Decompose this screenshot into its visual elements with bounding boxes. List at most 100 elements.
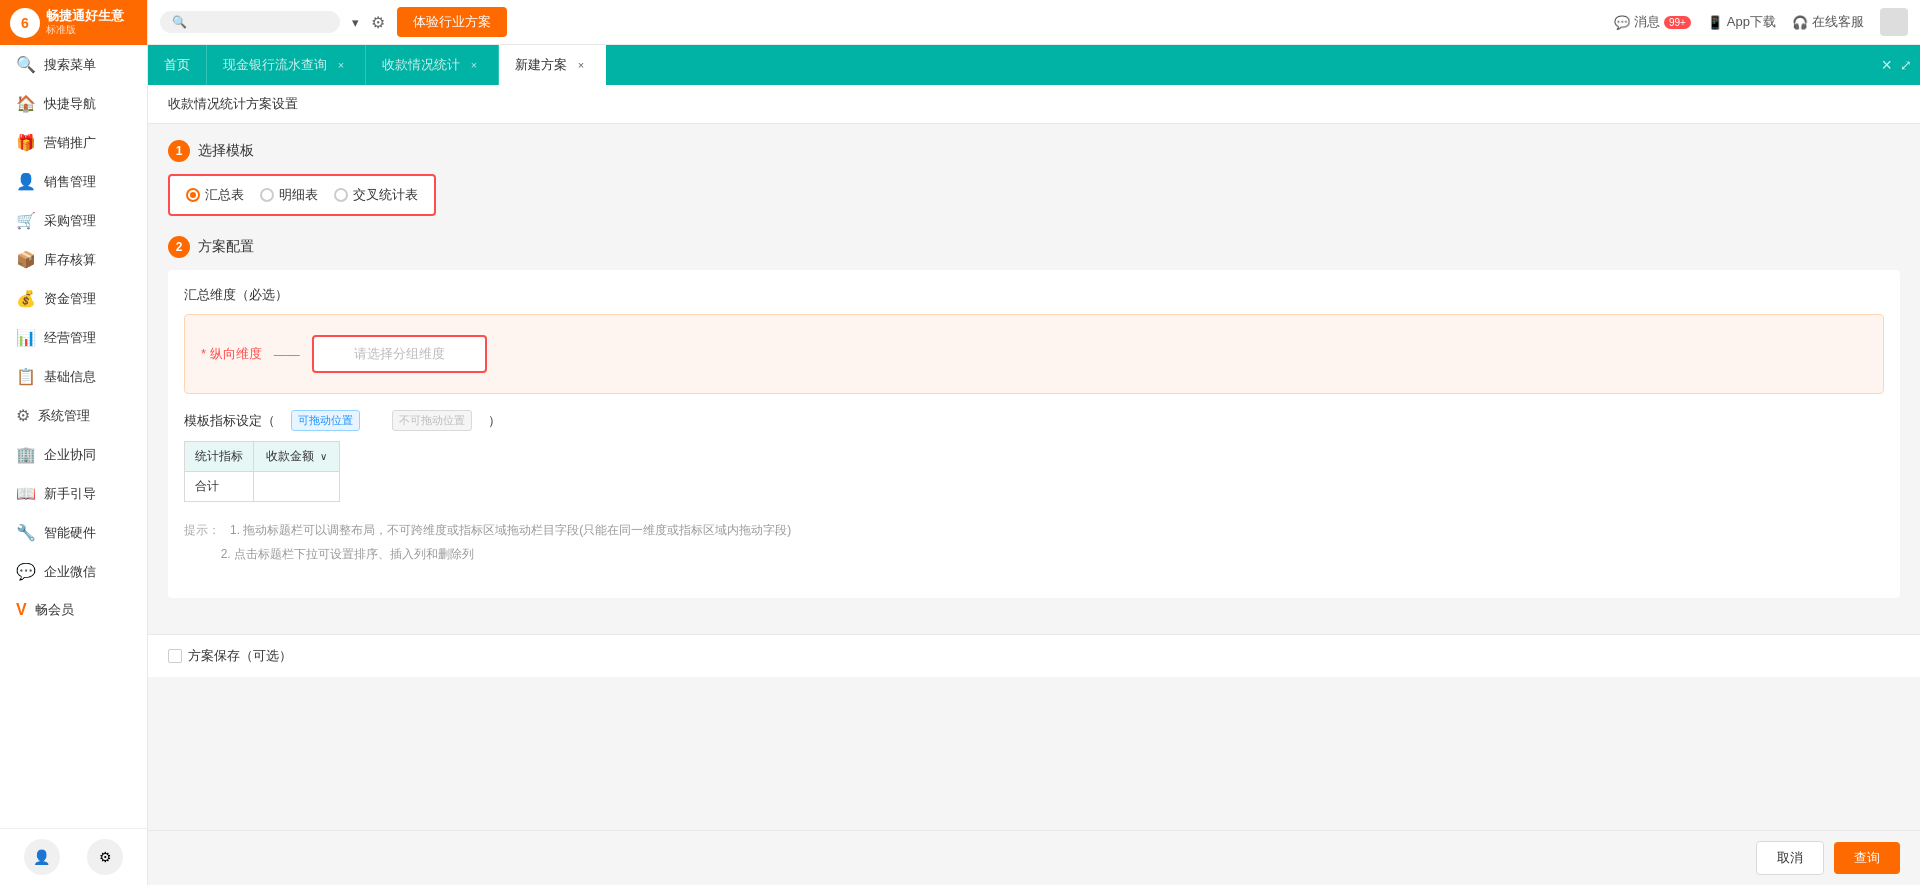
template-radio-group: 汇总表 明细表 交叉统计表: [186, 186, 418, 204]
radio-label-summary: 汇总表: [205, 186, 244, 204]
sidebar-item-label: 库存核算: [44, 251, 96, 269]
chart-icon: 📊: [16, 328, 36, 347]
radio-circle-detail: [260, 188, 274, 202]
sidebar-extra-btn1[interactable]: 👤: [24, 839, 60, 875]
message-icon: 💬: [1614, 15, 1630, 30]
sidebar-item-operations[interactable]: 📊 经营管理: [0, 318, 147, 357]
tab-close-icon[interactable]: ×: [573, 57, 589, 73]
tab-new-plan[interactable]: 新建方案 ×: [499, 45, 606, 85]
topbar-right: 💬 消息 99+ 📱 App下载 🎧 在线客服: [1614, 8, 1908, 36]
user-avatar[interactable]: [1880, 8, 1908, 36]
tab-label: 收款情况统计: [382, 56, 460, 74]
tab-home[interactable]: 首页: [148, 45, 207, 85]
tab-receipts[interactable]: 收款情况统计 ×: [366, 45, 499, 85]
tab-close-icon[interactable]: ×: [466, 57, 482, 73]
sidebar-item-search[interactable]: 🔍 搜索菜单: [0, 45, 147, 84]
messages-item[interactable]: 💬 消息 99+: [1614, 13, 1691, 31]
sidebar-item-marketing[interactable]: 🎁 营销推广: [0, 123, 147, 162]
system-icon: ⚙: [16, 406, 30, 425]
step1-section: 1 选择模板 汇总表 明细表: [168, 140, 1900, 216]
sidebar-item-collab[interactable]: 🏢 企业协同: [0, 435, 147, 474]
sidebar-item-label: 经营管理: [44, 329, 96, 347]
sidebar-item-nav[interactable]: 🏠 快捷导航: [0, 84, 147, 123]
sidebar-item-label: 基础信息: [44, 368, 96, 386]
sidebar-item-inventory[interactable]: 📦 库存核算: [0, 240, 147, 279]
step2-number: 2: [168, 236, 190, 258]
dropdown-arrow: ▾: [352, 15, 359, 30]
main-area: 🔍 ▾ ⚙ 体验行业方案 💬 消息 99+ 📱 App下载 🎧 在线客服: [148, 0, 1920, 885]
topbar-search-box[interactable]: 🔍: [160, 11, 340, 33]
content-area: 收款情况统计方案设置 1 选择模板 汇总表: [148, 85, 1920, 830]
user-icon: 👤: [16, 172, 36, 191]
query-button[interactable]: 查询: [1834, 842, 1900, 874]
sidebar-item-vip[interactable]: V 畅会员: [0, 591, 147, 629]
sidebar-item-label: 销售管理: [44, 173, 96, 191]
topbar-dropdown[interactable]: ▾: [352, 15, 359, 30]
metrics-title: 模板指标设定（: [184, 412, 275, 430]
sidebar-item-basic-info[interactable]: 📋 基础信息: [0, 357, 147, 396]
dimension-select-input[interactable]: 请选择分组维度: [312, 335, 487, 373]
building-icon: 🏢: [16, 445, 36, 464]
radio-circle-summary: [186, 188, 200, 202]
step1-number: 1: [168, 140, 190, 162]
save-checkbox[interactable]: [168, 649, 182, 663]
tips-label: 提示：: [184, 523, 227, 537]
close-window-icon[interactable]: ×: [1881, 55, 1892, 76]
logo-sub: 标准版: [46, 23, 124, 37]
sidebar-item-purchase[interactable]: 🛒 采购管理: [0, 201, 147, 240]
cancel-button[interactable]: 取消: [1756, 841, 1824, 875]
metrics-amount-header[interactable]: 收款金额 ∨: [253, 441, 340, 472]
logo-text: 畅捷通好生意: [46, 8, 124, 24]
radio-detail[interactable]: 明细表: [260, 186, 318, 204]
sidebar-item-sales[interactable]: 👤 销售管理: [0, 162, 147, 201]
metrics-table-wrapper: 统计指标 合计 收款金额 ∨: [184, 441, 1884, 502]
radio-cross[interactable]: 交叉统计表: [334, 186, 418, 204]
sidebar-item-label: 资金管理: [44, 290, 96, 308]
chevron-down-icon: ∨: [320, 451, 327, 462]
service-icon: 🎧: [1792, 15, 1808, 30]
save-label-text: 方案保存（可选）: [188, 647, 292, 665]
sidebar-item-label: 智能硬件: [44, 524, 96, 542]
step2-title: 方案配置: [198, 238, 254, 256]
tab-close-icon[interactable]: ×: [333, 57, 349, 73]
settings-icon[interactable]: ⚙: [371, 13, 385, 32]
draggable-tag: 可拖动位置: [291, 410, 360, 431]
sidebar-item-label: 企业微信: [44, 563, 96, 581]
sidebar-extra-btn2[interactable]: ⚙: [87, 839, 123, 875]
sidebar-item-label: 系统管理: [38, 407, 90, 425]
gift-icon: 🎁: [16, 133, 36, 152]
book-icon: 📖: [16, 484, 36, 503]
config-card: 汇总维度（必选） * 纵向维度 —— 请选择分组维度 模板指标设定（ 可拖动位置: [168, 270, 1900, 598]
tip2: 2. 点击标题栏下拉可设置排序、插入列和删除列: [221, 547, 474, 561]
footer-actions: 取消 查询: [148, 830, 1920, 885]
tab-bank-flow[interactable]: 现金银行流水查询 ×: [207, 45, 366, 85]
industry-btn[interactable]: 体验行业方案: [397, 7, 507, 37]
sidebar-item-label: 营销推广: [44, 134, 96, 152]
radio-label-cross: 交叉统计表: [353, 186, 418, 204]
topbar: 🔍 ▾ ⚙ 体验行业方案 💬 消息 99+ 📱 App下载 🎧 在线客服: [148, 0, 1920, 45]
download-item[interactable]: 📱 App下载: [1707, 13, 1776, 31]
list-icon: 📋: [16, 367, 36, 386]
save-checkbox-label[interactable]: 方案保存（可选）: [168, 647, 292, 665]
sidebar-item-system[interactable]: ⚙ 系统管理: [0, 396, 147, 435]
wechat-icon: 💬: [16, 562, 36, 581]
download-label: App下载: [1727, 13, 1776, 31]
messages-badge: 99+: [1664, 16, 1691, 29]
sidebar-item-hardware[interactable]: 🔧 智能硬件: [0, 513, 147, 552]
maximize-icon[interactable]: ⤢: [1900, 57, 1912, 73]
box-icon: 📦: [16, 250, 36, 269]
sidebar-item-guide[interactable]: 📖 新手引导: [0, 474, 147, 513]
service-item[interactable]: 🎧 在线客服: [1792, 13, 1864, 31]
sidebar-item-wechat[interactable]: 💬 企业微信: [0, 552, 147, 591]
bottom-save-bar: 方案保存（可选）: [148, 634, 1920, 677]
dimension-arrow: ——: [274, 347, 300, 362]
radio-summary[interactable]: 汇总表: [186, 186, 244, 204]
metrics-subsection: 模板指标设定（ 可拖动位置 不可拖动位置 ） 统计指标 合计: [184, 410, 1884, 566]
hardware-icon: 🔧: [16, 523, 36, 542]
sidebar-item-label: 搜索菜单: [44, 56, 96, 74]
sidebar-item-label: 企业协同: [44, 446, 96, 464]
cart-icon: 🛒: [16, 211, 36, 230]
metrics-label-col: 统计指标 合计: [184, 441, 253, 502]
non-draggable-tag: 不可拖动位置: [392, 410, 472, 431]
sidebar-item-finance[interactable]: 💰 资金管理: [0, 279, 147, 318]
